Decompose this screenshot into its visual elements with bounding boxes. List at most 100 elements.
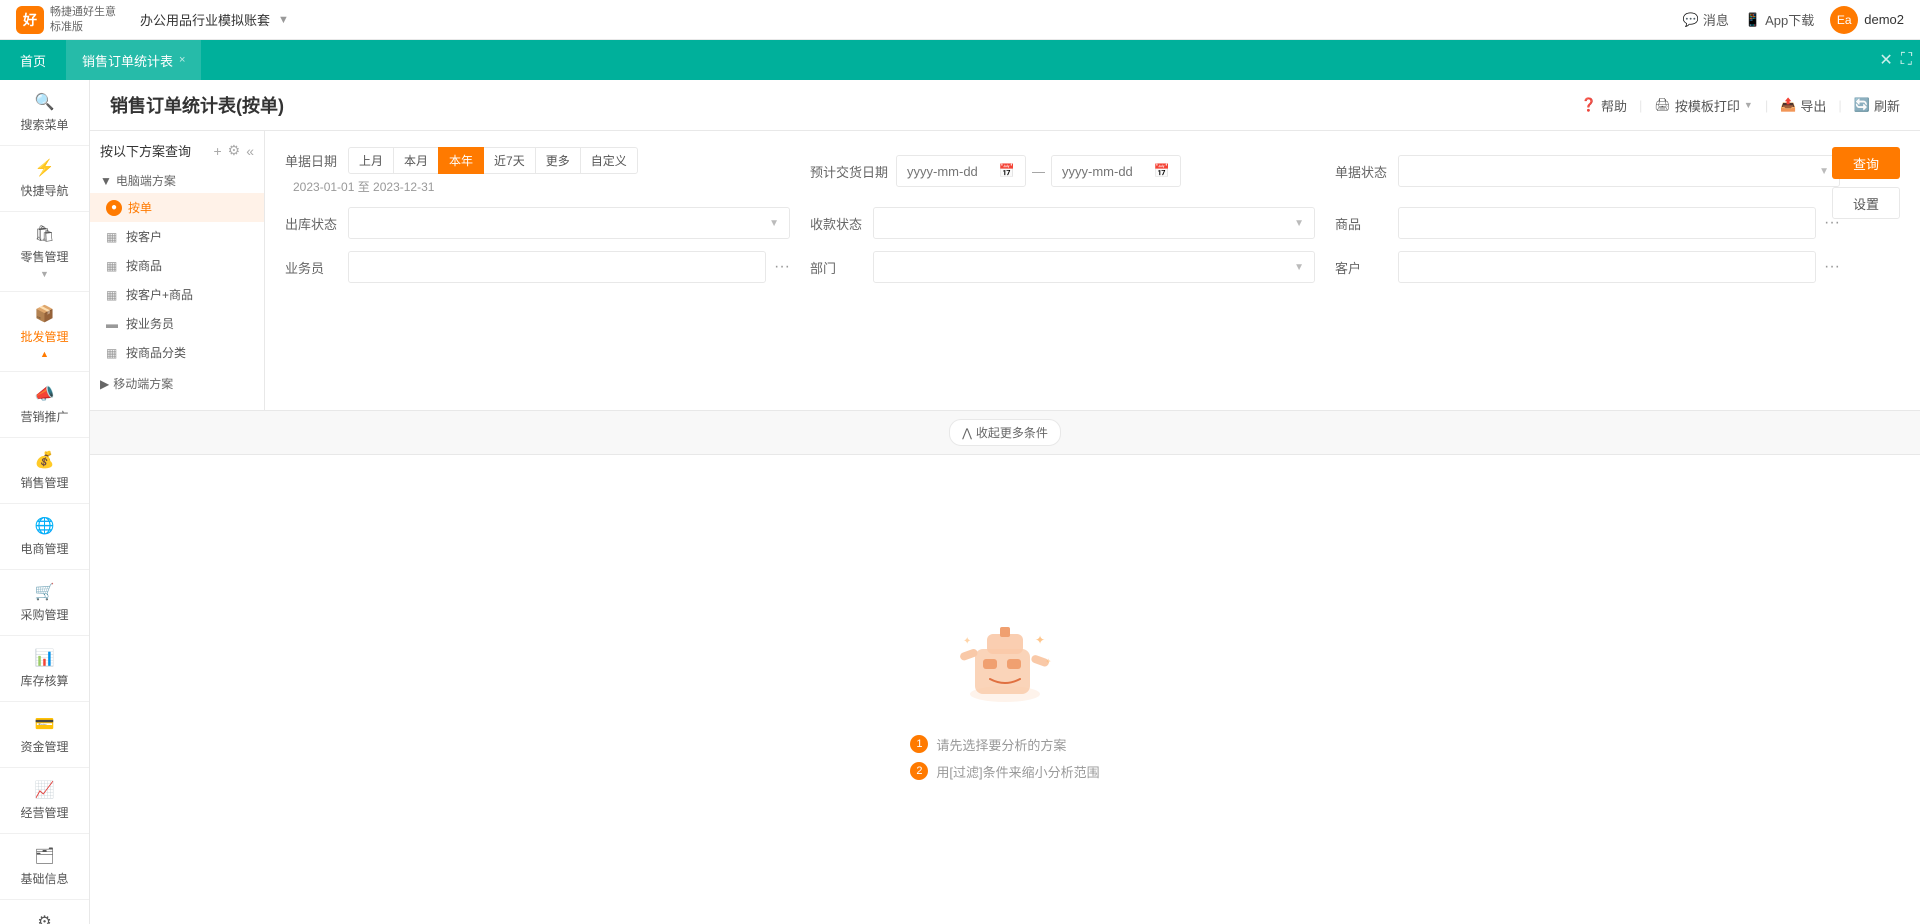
scheme-item-by-salesman[interactable]: ▬ 按业务员 [90,309,264,338]
collapse-btn[interactable]: ⋀ 收起更多条件 [949,419,1061,446]
tip-text-1: 请先选择要分析的方案 [936,735,1066,754]
expected-date-end[interactable]: 📅 [1051,155,1181,187]
ship-status-select[interactable]: ▼ [348,207,790,239]
date-btn-custom[interactable]: 自定义 [580,147,638,174]
scheme-icon-category: ▦ [106,346,120,360]
date-btn-7days[interactable]: 近7天 [483,147,536,174]
collapse-row: ⋀ 收起更多条件 [90,411,1920,455]
tab-home[interactable]: 首页 [0,40,66,80]
filter-item-payment-status: 收款状态 ▼ [810,207,1315,239]
app-download-btn[interactable]: 📱 App下载 [1745,10,1814,29]
salesman-more-btn[interactable]: ··· [774,258,790,276]
payment-status-select[interactable]: ▼ [873,207,1315,239]
filter-row-1: 单据日期 上月 本月 本年 近7天 更多 自定义 2023-01-01 至 20… [285,147,1840,195]
tab-maximize-icon[interactable]: ⛶ [1901,51,1912,69]
panel-settings-btn[interactable]: ⚙ [228,142,241,159]
goods-select[interactable] [1398,207,1816,239]
scheme-item-by-category[interactable]: ▦ 按商品分类 [90,338,264,367]
sidebar-item-search[interactable]: 🔍 搜索菜单 [0,80,89,146]
user-avatar: Ea [1830,6,1858,34]
sales-icon: 💰 [35,450,55,470]
mobile-scheme-group: ▶ 移动端方案 [90,371,264,396]
mobile-group-label[interactable]: ▶ 移动端方案 [90,371,264,396]
sidebar-item-purchase[interactable]: 🛒 采购管理 [0,570,89,636]
refresh-icon: 🔄 [1854,97,1870,113]
date-btn-more[interactable]: 更多 [535,147,581,174]
settings-btn[interactable]: 设置 [1832,187,1900,219]
message-icon: 💬 [1683,12,1699,28]
app-title: 办公用品行业模拟账套 [140,10,270,29]
divider2: | [1765,98,1768,113]
sidebar-item-inventory[interactable]: 📊 库存核算 [0,636,89,702]
print-dropdown-icon: ▼ [1744,100,1753,110]
collapse-icon: ⋀ [962,426,972,440]
sidebar-item-system[interactable]: ⚙ 系统管理 [0,900,89,924]
filter-row-3: 业务员 ··· 部门 ▼ [285,251,1840,283]
date-btn-this-year[interactable]: 本年 [438,147,484,174]
empty-tip-2: 2 用[过滤]条件来缩小分析范围 [910,762,1099,781]
help-btn[interactable]: ❓ 帮助 [1581,96,1627,115]
filter-item-dept: 部门 ▼ [810,251,1315,283]
dept-arrow: ▼ [1294,262,1304,273]
cal-icon-end: 📅 [1154,163,1170,179]
expected-date-end-input[interactable] [1062,164,1148,179]
scheme-item-by-customer-goods[interactable]: ▦ 按客户+商品 [90,280,264,309]
bill-status-select[interactable]: ▼ [1398,155,1840,187]
finance-icon: 💳 [35,714,55,734]
left-panel: 按以下方案查询 + ⚙ « ▼ 电脑端方案 ● 按单 [90,131,265,410]
collapse-label: 收起更多条件 [976,424,1048,441]
filter-item-bill-date: 单据日期 上月 本月 本年 近7天 更多 自定义 2023-01-01 至 20… [285,147,790,195]
salesman-label: 业务员 [285,258,340,277]
refresh-btn[interactable]: 🔄 刷新 [1854,96,1900,115]
app-title-dropdown[interactable]: ▼ [278,14,289,26]
filter-item-salesman: 业务员 ··· [285,251,790,283]
scheme-item-by-customer[interactable]: ▦ 按客户 [90,222,264,251]
template-print-btn[interactable]: 🖨 按模板打印 ▼ [1654,96,1752,115]
system-icon: ⚙ [37,912,51,924]
tab-active[interactable]: 销售订单统计表 × [66,40,201,80]
sidebar-item-marketing[interactable]: 📣 营销推广 [0,372,89,438]
scheme-icon-goods: ▦ [106,259,120,273]
dept-select-wrap: ▼ [873,251,1315,283]
filter-body: 按以下方案查询 + ⚙ « ▼ 电脑端方案 ● 按单 [90,131,1920,411]
sidebar-item-wholesale[interactable]: 📦 批发管理 ▲ [0,292,89,372]
search-icon: 🔍 [35,92,55,112]
tab-bar-right: ✕ ⛶ [1879,50,1920,70]
customer-more-btn[interactable]: ··· [1824,258,1840,276]
sidebar-item-quicknav[interactable]: ⚡ 快捷导航 [0,146,89,212]
panel-add-btn[interactable]: + [213,143,221,159]
message-btn[interactable]: 💬 消息 [1683,10,1729,29]
tab-restore-icon[interactable]: ✕ [1879,50,1892,70]
sidebar-item-sales[interactable]: 💰 销售管理 [0,438,89,504]
sidebar-item-ecommerce[interactable]: 🌐 电商管理 [0,504,89,570]
tab-close-btn[interactable]: × [179,54,185,66]
main-layout: 🔍 搜索菜单 ⚡ 快捷导航 🛍 零售管理 ▼ 📦 批发管理 ▲ 📣 营销推广 💰… [0,80,1920,924]
customer-select[interactable] [1398,251,1816,283]
group-expand-icon: ▼ [100,174,112,188]
filter-action-buttons: 查询 设置 [1832,147,1900,219]
query-btn[interactable]: 查询 [1832,147,1900,179]
wholesale-icon: 📦 [35,304,55,324]
panel-title: 按以下方案查询 [100,141,191,160]
scheme-item-by-goods[interactable]: ▦ 按商品 [90,251,264,280]
sidebar-item-finance[interactable]: 💳 资金管理 [0,702,89,768]
date-btn-this-month[interactable]: 本月 [393,147,439,174]
scheme-item-by-order[interactable]: ● 按单 [90,193,264,222]
expected-date-start[interactable]: 📅 [896,155,1026,187]
sidebar-item-retail[interactable]: 🛍 零售管理 ▼ [0,212,89,292]
expected-date-start-input[interactable] [907,164,993,179]
panel-collapse-btn[interactable]: « [246,143,254,159]
filter-item-expected-date: 预计交货日期 📅 — 📅 [810,147,1315,195]
desktop-group-label[interactable]: ▼ 电脑端方案 [90,168,264,193]
salesman-select[interactable] [348,251,766,283]
sidebar-item-management[interactable]: 📈 经营管理 [0,768,89,834]
sidebar-item-basic[interactable]: 🗂 基础信息 [0,834,89,900]
export-btn[interactable]: 📤 导出 [1780,96,1826,115]
user-info[interactable]: Ea demo2 [1830,6,1904,34]
divider3: | [1838,98,1841,113]
date-selector: 上月 本月 本年 近7天 更多 自定义 [348,147,638,174]
date-btn-last-month[interactable]: 上月 [348,147,394,174]
dept-select[interactable]: ▼ [873,251,1315,283]
app-download-icon: 📱 [1745,12,1761,28]
empty-tip-1: 1 请先选择要分析的方案 [910,735,1099,754]
